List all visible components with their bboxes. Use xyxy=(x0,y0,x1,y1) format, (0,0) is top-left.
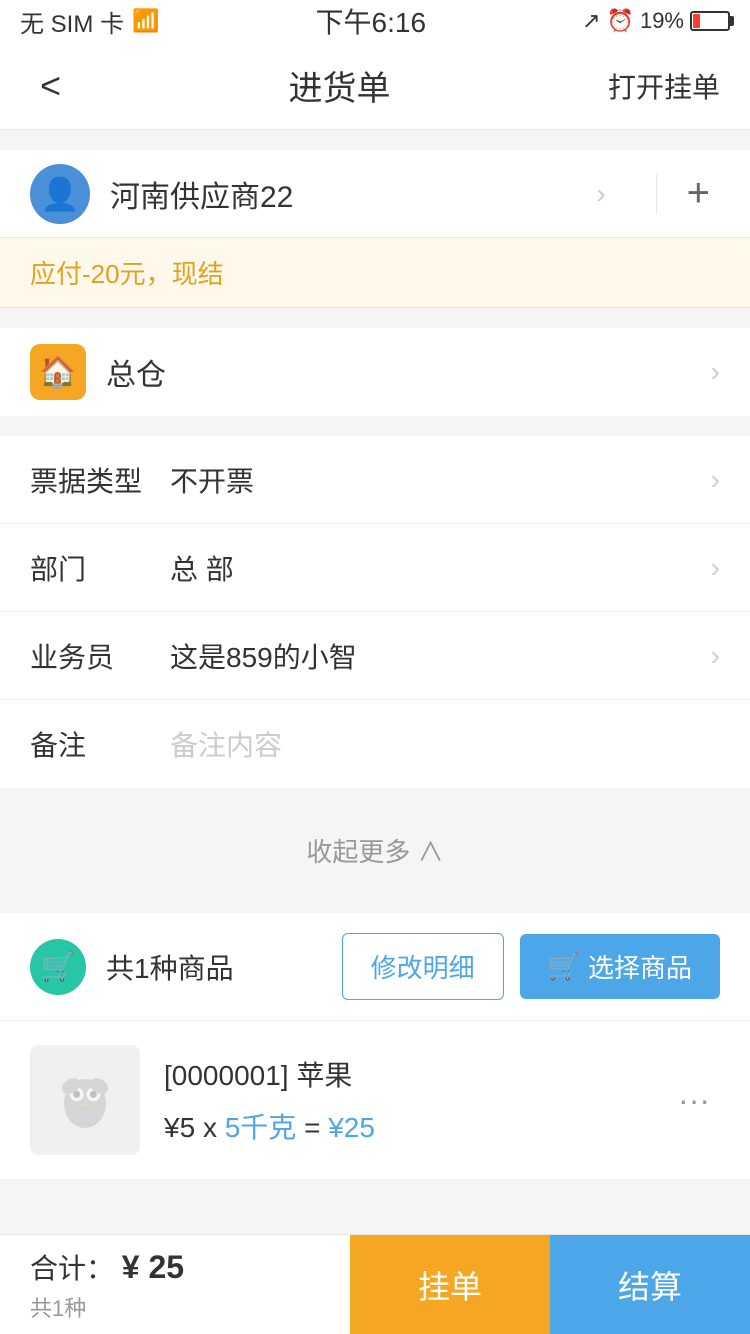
remark-label: 备注 xyxy=(30,724,150,764)
owl-logo-icon xyxy=(50,1065,120,1135)
home-icon: 🏠 xyxy=(39,355,76,390)
shopping-icon: 🛒 xyxy=(41,950,76,983)
products-header: 🛒 共1种商品 修改明细 🛒 选择商品 xyxy=(0,913,750,1021)
total-amount: ¥ 25 xyxy=(122,1249,184,1285)
supplier-name: 河南供应商22 xyxy=(110,172,596,216)
status-left: 无 SIM 卡 📶 xyxy=(20,4,159,39)
bottom-bar: 合计： ¥ 25 共1种 挂单 结算 xyxy=(0,1234,750,1334)
product-price: ¥5 x 5千克 = ¥25 xyxy=(164,1106,668,1146)
subtotal: ¥25 xyxy=(328,1112,375,1143)
status-bar: 无 SIM 卡 📶 下午6:16 ↗ ⏰ 19% xyxy=(0,0,750,42)
back-button[interactable]: < xyxy=(30,55,71,117)
edit-detail-button[interactable]: 修改明细 xyxy=(342,933,504,1000)
product-code: [0000001] xyxy=(164,1060,289,1091)
cart-add-icon: 🛒 xyxy=(548,951,580,982)
department-row[interactable]: 部门 总 部 › xyxy=(0,524,750,612)
open-hang-button[interactable]: 打开挂单 xyxy=(608,66,720,106)
supplier-avatar: 👤 xyxy=(30,164,90,224)
warehouse-row[interactable]: 🏠 总仓 › xyxy=(0,328,750,416)
carrier-label: 无 SIM 卡 xyxy=(20,4,124,39)
remark-row[interactable]: 备注 备注内容 xyxy=(0,700,750,788)
vertical-divider xyxy=(656,174,657,214)
product-title: 苹果 xyxy=(296,1060,352,1091)
quantity: 5千克 xyxy=(225,1112,297,1143)
notice-text: 应付-20元，现结 xyxy=(30,259,224,289)
products-section: 🛒 共1种商品 修改明细 🛒 选择商品 [0000001] xyxy=(0,913,750,1179)
nav-bar: < 进货单 打开挂单 xyxy=(0,42,750,130)
product-thumbnail xyxy=(30,1045,140,1155)
collapse-row[interactable]: 收起更多 ∧ xyxy=(0,808,750,893)
department-chevron-icon: › xyxy=(711,552,720,584)
salesman-chevron-icon: › xyxy=(711,640,720,672)
more-button[interactable]: ··· xyxy=(668,1072,720,1129)
status-right: ↗ ⏰ 19% xyxy=(582,8,730,34)
total-row: 合计： ¥ 25 xyxy=(30,1247,320,1287)
product-name: [0000001] 苹果 xyxy=(164,1054,668,1094)
status-time: 下午6:16 xyxy=(316,1,427,41)
warehouse-name: 总仓 xyxy=(106,350,711,394)
total-count: 共1种 xyxy=(30,1291,320,1323)
select-product-label: 选择商品 xyxy=(588,948,692,985)
product-item: [0000001] 苹果 ¥5 x 5千克 = ¥25 ··· xyxy=(0,1021,750,1179)
checkout-button[interactable]: 结算 xyxy=(550,1235,750,1334)
total-section: 合计： ¥ 25 共1种 xyxy=(0,1235,350,1334)
warehouse-chevron-icon: › xyxy=(711,356,720,388)
collapse-label: 收起更多 ∧ xyxy=(306,837,443,867)
select-product-button[interactable]: 🛒 选择商品 xyxy=(520,934,720,999)
equals-sign: = xyxy=(304,1112,328,1143)
warehouse-section: 🏠 总仓 › xyxy=(0,328,750,416)
location-icon: ↗ xyxy=(582,8,600,34)
salesman-row[interactable]: 业务员 这是859的小智 › xyxy=(0,612,750,700)
remark-input[interactable]: 备注内容 xyxy=(150,724,720,764)
wifi-icon: 📶 xyxy=(132,8,159,34)
products-count: 共1种商品 xyxy=(106,947,342,987)
supplier-chevron-icon: › xyxy=(596,178,605,210)
product-info: [0000001] 苹果 ¥5 x 5千克 = ¥25 xyxy=(164,1054,668,1146)
invoice-type-value: 不开票 xyxy=(150,460,711,500)
invoice-type-row[interactable]: 票据类型 不开票 › xyxy=(0,436,750,524)
multiply-sign: x xyxy=(203,1112,225,1143)
unit-price: ¥5 xyxy=(164,1112,195,1143)
department-value: 总 部 xyxy=(150,548,711,588)
notice-bar: 应付-20元，现结 xyxy=(0,238,750,308)
page-title: 进货单 xyxy=(289,61,391,110)
form-section: 票据类型 不开票 › 部门 总 部 › 业务员 这是859的小智 › 备注 备注… xyxy=(0,436,750,788)
invoice-type-label: 票据类型 xyxy=(30,460,150,500)
battery-percent: 19% xyxy=(640,8,684,34)
products-icon: 🛒 xyxy=(30,939,86,995)
add-button[interactable]: + xyxy=(677,171,720,216)
user-icon: 👤 xyxy=(40,175,80,213)
alarm-icon: ⏰ xyxy=(607,8,634,34)
warehouse-icon: 🏠 xyxy=(30,344,86,400)
supplier-row[interactable]: 👤 河南供应商22 › + xyxy=(0,150,750,238)
salesman-value: 这是859的小智 xyxy=(150,636,711,676)
department-label: 部门 xyxy=(30,548,150,588)
invoice-type-chevron-icon: › xyxy=(711,464,720,496)
section-gap-1 xyxy=(0,130,750,150)
supplier-section: 👤 河南供应商22 › + 应付-20元，现结 xyxy=(0,150,750,308)
salesman-label: 业务员 xyxy=(30,636,150,676)
hang-button[interactable]: 挂单 xyxy=(350,1235,550,1334)
total-label: 合计： xyxy=(30,1253,114,1284)
battery-icon xyxy=(690,11,730,31)
